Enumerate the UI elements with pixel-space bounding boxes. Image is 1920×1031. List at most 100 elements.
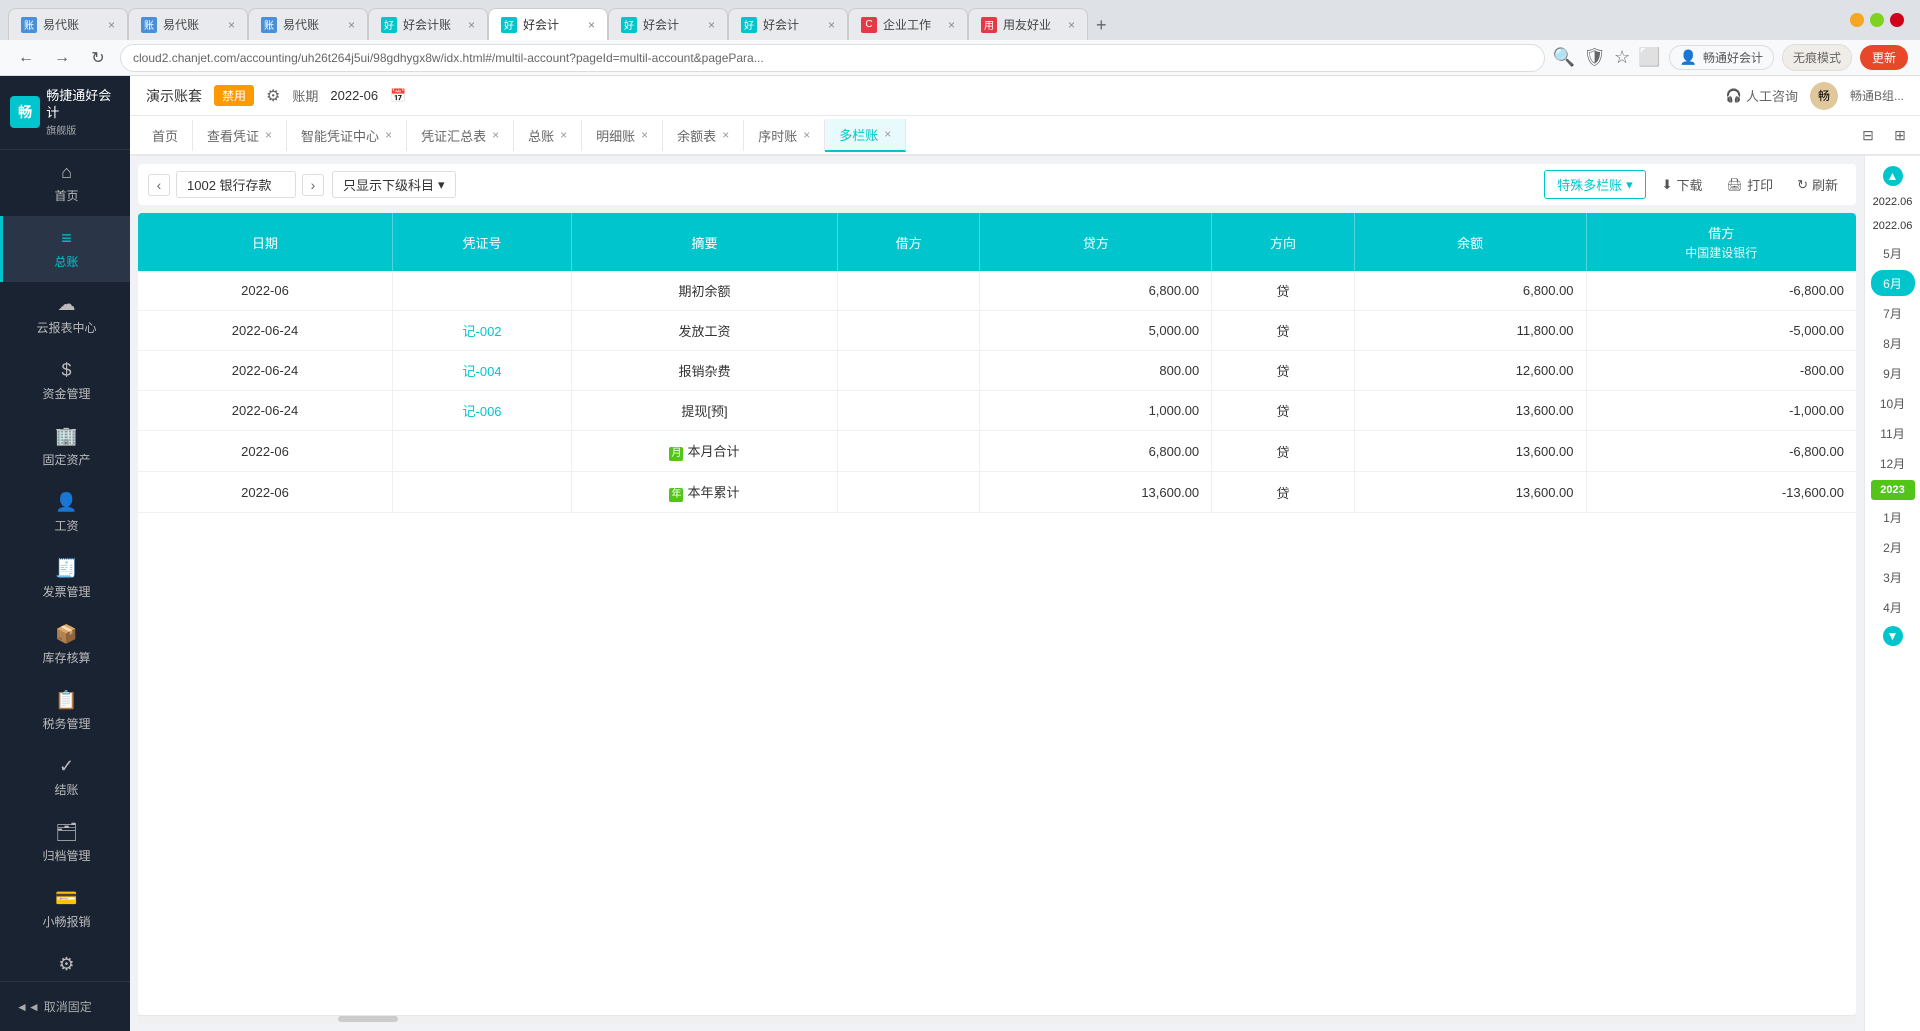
browser-tab-2[interactable]: 账 易代账 × <box>128 8 248 40</box>
month-9[interactable]: 9月 <box>1871 360 1915 386</box>
sidebar-item-fund[interactable]: $ 资金管理 <box>0 348 130 414</box>
voucher-link[interactable]: 记-002 <box>463 324 502 339</box>
browser-tab-8[interactable]: C 企业工作 × <box>848 8 968 40</box>
maximize-button[interactable] <box>1870 13 1884 27</box>
calendar-icon[interactable]: 📅 <box>390 88 406 104</box>
star-icon[interactable]: ☆ <box>1614 47 1630 68</box>
collapse-sidebar-button[interactable]: ◄◄ 取消固定 <box>10 992 120 1021</box>
shield-icon[interactable]: 🛡 <box>1583 47 1606 68</box>
logo-sub: 旗舰版 <box>46 122 120 137</box>
tab-sequence-ledger-close[interactable]: × <box>803 128 810 142</box>
sidebar-item-archive[interactable]: 🗂 归档管理 <box>0 810 130 876</box>
sidebar-item-general-ledger[interactable]: ≡ 总账 <box>0 216 130 282</box>
tab-smart-voucher[interactable]: 智能凭证中心 × <box>287 120 407 151</box>
settings-gear-icon[interactable]: ⚙ <box>266 86 280 106</box>
tab-general-ledger[interactable]: 总账 × <box>514 120 582 151</box>
download-button[interactable]: ⬇ 下载 <box>1654 171 1711 198</box>
sidebar-item-tax[interactable]: 📋 税务管理 <box>0 678 130 744</box>
browser-tab-7[interactable]: 好 好会计 × <box>728 8 848 40</box>
voucher-link[interactable]: 记-006 <box>463 404 502 419</box>
tab-voucher-summary[interactable]: 凭证汇总表 × <box>407 120 514 151</box>
month-12[interactable]: 12月 <box>1871 450 1915 476</box>
sidebar-item-settings[interactable]: ⚙ 基础设置 <box>0 942 130 981</box>
filter-dropdown[interactable]: 只显示下级科目 ▾ <box>332 171 456 198</box>
month-10[interactable]: 10月 <box>1871 390 1915 416</box>
download-icon: ⬇ <box>1662 177 1673 193</box>
sidebar-item-invoice[interactable]: 🧾 发票管理 <box>0 546 130 612</box>
month-2023-4[interactable]: 4月 <box>1871 594 1915 620</box>
tab-view-voucher[interactable]: 查看凭证 × <box>193 120 287 151</box>
sidebar-item-inventory[interactable]: 📦 库存核算 <box>0 612 130 678</box>
browser-tab-3[interactable]: 账 易代账 × <box>248 8 368 40</box>
month-5[interactable]: 5月 <box>1871 240 1915 266</box>
forward-button[interactable]: → <box>48 44 76 72</box>
sidebar-item-fixed-assets[interactable]: 🏢 固定资产 <box>0 414 130 480</box>
tab-close-3[interactable]: × <box>348 18 355 32</box>
month-2023-3[interactable]: 3月 <box>1871 564 1915 590</box>
tab-close-9[interactable]: × <box>1068 18 1075 32</box>
refresh-button[interactable]: ↻ 刷新 <box>1789 171 1846 198</box>
month-2023-2[interactable]: 2月 <box>1871 534 1915 560</box>
reload-button[interactable]: ↻ <box>84 44 112 72</box>
user-profile-btn[interactable]: 👤 畅通好会计 <box>1669 45 1774 70</box>
month-7[interactable]: 7月 <box>1871 300 1915 326</box>
tab-expand-button[interactable]: ⊞ <box>1888 123 1912 147</box>
sidebar-item-cloud-report[interactable]: ☁ 云报表中心 <box>0 282 130 348</box>
tab-voucher-summary-close[interactable]: × <box>492 128 499 142</box>
cell-voucher: 记-006 <box>393 391 572 431</box>
browser-tab-6[interactable]: 好 好会计 × <box>608 8 728 40</box>
voucher-link[interactable]: 记-004 <box>463 364 502 379</box>
tab-close-4[interactable]: × <box>468 18 475 32</box>
month-8[interactable]: 8月 <box>1871 330 1915 356</box>
month-11[interactable]: 11月 <box>1871 420 1915 446</box>
url-bar[interactable]: cloud2.chanjet.com/accounting/uh26t264j5… <box>120 44 1545 72</box>
tab-close-8[interactable]: × <box>948 18 955 32</box>
tab-balance[interactable]: 余额表 × <box>663 120 744 151</box>
tab-collapse-button[interactable]: ⊟ <box>1856 123 1880 147</box>
tab-close-5[interactable]: × <box>588 18 595 32</box>
tab-close-6[interactable]: × <box>708 18 715 32</box>
tab-home[interactable]: 首页 <box>138 120 193 151</box>
scroll-thumb[interactable] <box>338 1016 398 1022</box>
sidebar-item-home[interactable]: ⌂ 首页 <box>0 150 130 216</box>
month-6[interactable]: 6月 <box>1871 270 1915 296</box>
browser-tab-1[interactable]: 账 易代账 × <box>8 8 128 40</box>
new-tab-button[interactable]: + <box>1088 11 1115 40</box>
update-button[interactable]: 更新 <box>1860 45 1908 70</box>
tab-sequence-ledger[interactable]: 序时账 × <box>744 120 825 151</box>
extension-icon[interactable]: ⬜ <box>1638 47 1660 68</box>
tab-multi-ledger-close[interactable]: × <box>884 127 891 141</box>
tab-balance-close[interactable]: × <box>722 128 729 142</box>
tab-smart-voucher-close[interactable]: × <box>385 128 392 142</box>
tab-detail-ledger[interactable]: 明细账 × <box>582 120 663 151</box>
tab-detail-ledger-close[interactable]: × <box>641 128 648 142</box>
back-button[interactable]: ← <box>12 44 40 72</box>
browser-tab-4[interactable]: 好 好会计账 × <box>368 8 488 40</box>
scroll-up-button[interactable]: ▲ <box>1883 166 1903 186</box>
tab-view-voucher-close[interactable]: × <box>265 128 272 142</box>
close-button[interactable] <box>1890 13 1904 27</box>
sidebar-item-expense[interactable]: 💳 小畅报销 <box>0 876 130 942</box>
next-subject-button[interactable]: › <box>302 174 324 196</box>
sidebar-item-close-accounts[interactable]: ✓ 结账 <box>0 744 130 810</box>
scroll-down-button[interactable]: ▼ <box>1883 626 1903 646</box>
special-ledger-button[interactable]: 特殊多栏账 ▾ <box>1544 170 1646 199</box>
tab-close-2[interactable]: × <box>228 18 235 32</box>
incognito-mode-button[interactable]: 无痕模式 <box>1782 44 1852 71</box>
minimize-button[interactable] <box>1850 13 1864 27</box>
consult-button[interactable]: 🎧 人工咨询 <box>1726 86 1798 105</box>
tab-close-1[interactable]: × <box>108 18 115 32</box>
month-2023-1[interactable]: 1月 <box>1871 504 1915 530</box>
user-avatar[interactable]: 畅 <box>1810 82 1838 110</box>
browser-tab-5[interactable]: 好 好会计 × <box>488 8 608 40</box>
prev-subject-button[interactable]: ‹ <box>148 174 170 196</box>
print-button[interactable]: 🖨 打印 <box>1719 171 1782 198</box>
browser-tab-9[interactable]: 用 用友好业 × <box>968 8 1088 40</box>
sidebar-item-invoice-label: 发票管理 <box>42 583 90 600</box>
tab-multi-ledger[interactable]: 多栏账 × <box>825 119 906 152</box>
horizontal-scrollbar[interactable] <box>138 1015 1856 1023</box>
sidebar-item-payroll[interactable]: 👤 工资 <box>0 480 130 546</box>
tab-close-7[interactable]: × <box>828 18 835 32</box>
search-icon[interactable]: 🔍 <box>1553 47 1575 68</box>
tab-general-ledger-close[interactable]: × <box>560 128 567 142</box>
